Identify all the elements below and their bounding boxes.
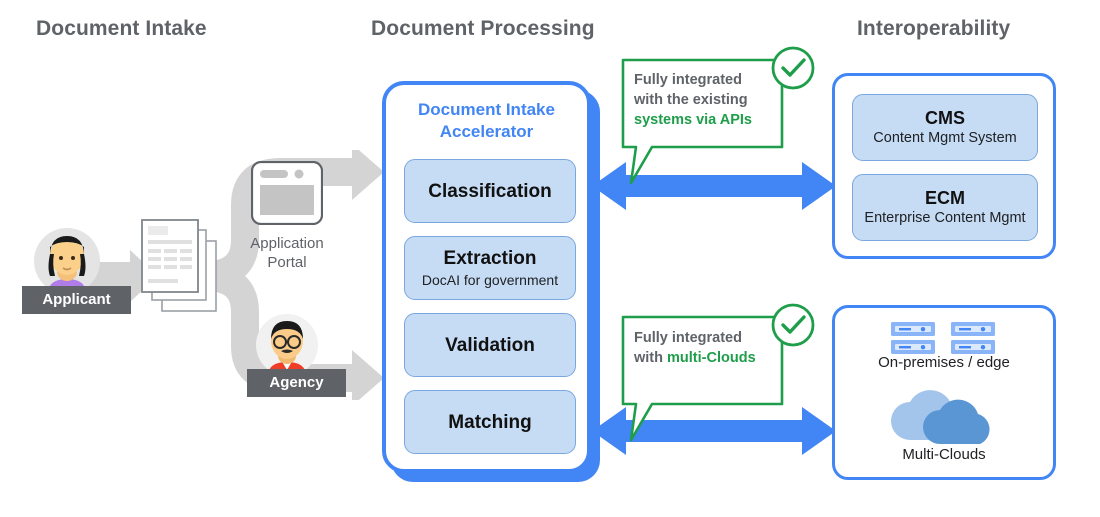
step-validation-title: Validation [445,334,535,356]
callout-top-text: Fully integrated with the existing syste… [634,70,774,130]
onprem-caption: On-premises / edge [878,354,1010,371]
callout-top-line3: systems via APIs [634,112,752,128]
step-classification[interactable]: Classification [404,159,576,223]
column-title-document-processing: Document Processing [371,17,595,40]
accelerator-title-line1: Document Intake [418,100,555,119]
agency-label: Agency [247,369,346,397]
step-extraction[interactable]: Extraction DocAI for government [404,236,576,300]
interop-box-cms[interactable]: CMS Content Mgmt System [852,94,1038,161]
callout-bottom-line2-highlight: multi-Clouds [667,350,756,366]
interop-box-ecm[interactable]: ECM Enterprise Content Mgmt [852,174,1038,241]
applicant-label: Applicant [22,286,131,314]
person-avatar-male-icon [256,314,318,376]
callout-bottom-text: Fully integrated with multi-Clouds [634,328,782,368]
callout-top-line2: with the existing [634,92,748,108]
step-extraction-title: Extraction [443,248,537,269]
callout-bottom-line2-prefix: with [634,350,668,366]
portal-caption-line2: Portal [267,254,307,271]
interop-card-infrastructure: On-premises / edge Multi-Clouds [832,305,1056,480]
column-title-document-intake: Document Intake [36,17,207,40]
step-validation[interactable]: Validation [404,313,576,377]
ecm-subtitle: Enterprise Content Mgmt [864,210,1026,226]
multiclouds-caption: Multi-Clouds [902,446,986,463]
step-matching-title: Matching [448,411,532,433]
person-avatar-female-icon [34,228,100,294]
check-circle-icon-top [771,46,815,90]
accelerator-title: Document Intake Accelerator [386,99,587,143]
step-classification-title: Classification [428,180,552,202]
ecm-title: ECM [925,188,965,208]
cms-subtitle: Content Mgmt System [873,130,1017,146]
callout-bottom-line2: with multi-Clouds [634,348,782,368]
step-matching[interactable]: Matching [404,390,576,454]
cms-title: CMS [925,108,965,128]
document-stack-icon [141,219,217,312]
callout-top-line1: Fully integrated [634,72,742,88]
step-extraction-subtitle: DocAI for government [421,272,559,288]
portal-caption: Application Portal [241,234,333,272]
portal-caption-line1: Application [250,235,324,252]
clouds-icon [891,390,990,444]
accelerator-card: Document Intake Accelerator Classificati… [382,81,591,473]
column-title-interoperability: Interoperability [857,17,1011,40]
browser-window-icon [251,161,323,225]
callout-bottom-line1: Fully integrated [634,330,742,346]
check-circle-icon-bottom [771,303,815,347]
interop-card-content-systems: CMS Content Mgmt System ECM Enterprise C… [832,73,1056,259]
accelerator-title-line2: Accelerator [439,122,534,141]
diagram-canvas: Document Intake Document Processing Inte… [0,0,1100,517]
